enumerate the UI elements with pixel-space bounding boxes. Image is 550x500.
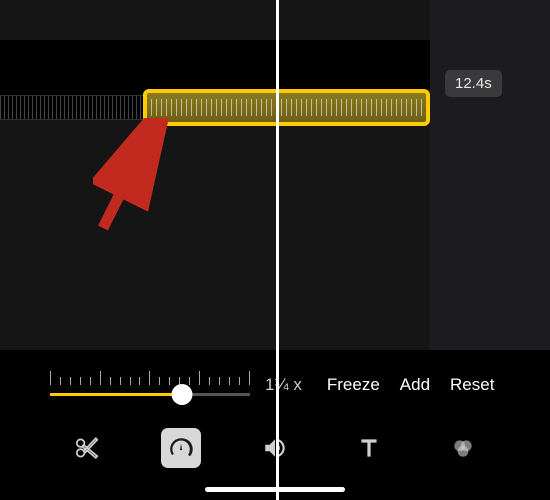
speaker-icon: [262, 435, 288, 461]
playhead[interactable]: [276, 0, 279, 500]
filters-tool-button[interactable]: [443, 428, 483, 468]
add-button[interactable]: Add: [400, 375, 430, 395]
scissors-icon: [74, 435, 100, 461]
titles-tool-button[interactable]: [349, 428, 389, 468]
tool-row: [0, 420, 550, 475]
clip-tool-button[interactable]: [67, 428, 107, 468]
clip-ruler-unselected[interactable]: [0, 95, 143, 120]
slider-track-fill: [50, 393, 182, 396]
slider-thumb[interactable]: [172, 384, 193, 405]
speed-value-label: 1¼ x: [265, 375, 302, 395]
reset-button[interactable]: Reset: [450, 375, 494, 395]
speed-row: 1¼ x Freeze Add Reset: [0, 360, 550, 410]
speed-slider[interactable]: [50, 365, 250, 405]
selected-clip[interactable]: [143, 89, 430, 126]
filters-icon: [450, 435, 476, 461]
home-indicator[interactable]: [205, 487, 345, 492]
speedometer-icon: [168, 435, 194, 461]
freeze-button[interactable]: Freeze: [327, 375, 380, 395]
slider-ticks: [50, 371, 250, 385]
speed-tool-button[interactable]: [161, 428, 201, 468]
audio-tool-button[interactable]: [255, 428, 295, 468]
controls-panel: 1¼ x Freeze Add Reset: [0, 350, 550, 500]
timeline-area[interactable]: [0, 0, 430, 350]
text-icon: [356, 435, 382, 461]
duration-badge: 12.4s: [445, 70, 502, 97]
